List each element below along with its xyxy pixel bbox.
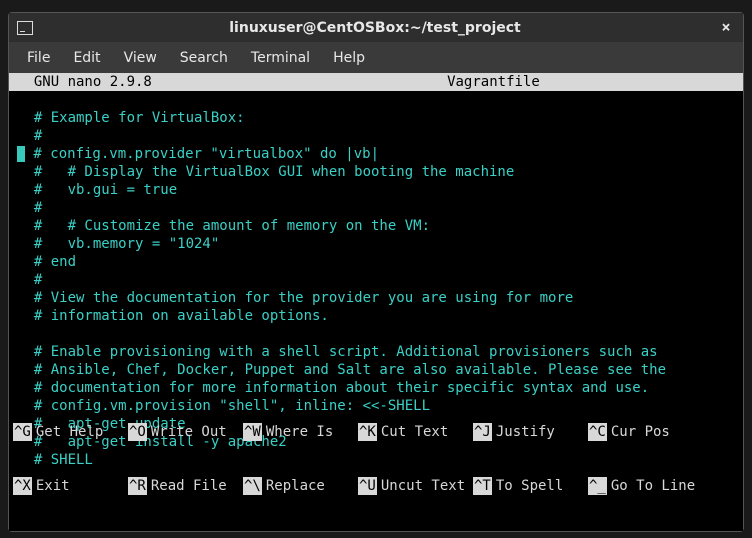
- shortcut-key: ^X: [13, 477, 32, 495]
- nano-filename: Vagrantfile: [152, 73, 735, 91]
- editor-line: # Ansible, Chef, Docker, Puppet and Salt…: [17, 361, 735, 379]
- shortcut-key: ^G: [13, 423, 32, 441]
- terminal-window: linuxuser@CentOSBox:~/test_project × Fil…: [8, 12, 744, 532]
- shortcut-desc: To Spell: [492, 477, 565, 495]
- editor-line: # Enable provisioning with a shell scrip…: [17, 343, 735, 361]
- shortcut-key: ^R: [128, 477, 147, 495]
- shortcut-desc: Replace: [262, 477, 327, 495]
- shortcut-key: ^\: [243, 477, 262, 495]
- editor-line: # Example for VirtualBox:: [17, 109, 735, 127]
- editor-line: # # Display the VirtualBox GUI when boot…: [17, 163, 735, 181]
- editor-line: # vb.memory = "1024": [17, 235, 735, 253]
- editor-line: # View the documentation for the provide…: [17, 289, 735, 307]
- shortcut: ^GGet Help: [13, 423, 128, 441]
- shortcut: ^OWrite Out: [128, 423, 243, 441]
- window-title: linuxuser@CentOSBox:~/test_project: [33, 20, 717, 36]
- shortcut-desc: Get Help: [32, 423, 105, 441]
- shortcut: ^JJustify: [473, 423, 588, 441]
- shortcut-key: ^C: [588, 423, 607, 441]
- editor-line: # vb.gui = true: [17, 181, 735, 199]
- nano-version: GNU nano 2.9.8: [17, 73, 152, 91]
- shortcut-key: ^U: [358, 477, 377, 495]
- editor-line: # # Customize the amount of memory on th…: [17, 217, 735, 235]
- shortcut: ^WWhere Is: [243, 423, 358, 441]
- menu-edit[interactable]: Edit: [63, 46, 110, 70]
- shortcut-desc: Read File: [147, 477, 229, 495]
- shortcut-desc: Justify: [492, 423, 557, 441]
- terminal-area[interactable]: GNU nano 2.9.8 Vagrantfile # Example for…: [9, 73, 743, 531]
- close-icon[interactable]: ×: [717, 19, 735, 37]
- shortcut-desc: Uncut Text: [377, 477, 467, 495]
- menu-view[interactable]: View: [114, 46, 167, 70]
- editor-line: #: [17, 199, 735, 217]
- editor-line: # end: [17, 253, 735, 271]
- menu-help[interactable]: Help: [323, 46, 375, 70]
- editor-line: #: [17, 127, 735, 145]
- shortcut-key: ^J: [473, 423, 492, 441]
- editor-line: # information on available options.: [17, 307, 735, 325]
- editor-line: # config.vm.provider "virtualbox" do |vb…: [17, 145, 735, 163]
- shortcut: ^TTo Spell: [473, 477, 588, 495]
- nano-header: GNU nano 2.9.8 Vagrantfile: [9, 73, 743, 91]
- shortcut-key: ^W: [243, 423, 262, 441]
- shortcut-key: ^_: [588, 477, 607, 495]
- nano-shortcuts: ^GGet Help^OWrite Out^WWhere Is^KCut Tex…: [9, 387, 743, 531]
- cursor: [17, 146, 25, 162]
- shortcut-desc: Exit: [32, 477, 72, 495]
- shortcut: ^RRead File: [128, 477, 243, 495]
- shortcut-desc: Cut Text: [377, 423, 450, 441]
- menubar: File Edit View Search Terminal Help: [9, 43, 743, 73]
- shortcut-desc: Write Out: [147, 423, 229, 441]
- shortcut-desc: Where Is: [262, 423, 335, 441]
- titlebar: linuxuser@CentOSBox:~/test_project ×: [9, 13, 743, 43]
- shortcut: ^CCur Pos: [588, 423, 703, 441]
- shortcut-desc: Go To Line: [607, 477, 697, 495]
- editor-line: [17, 325, 735, 343]
- menu-terminal[interactable]: Terminal: [241, 46, 320, 70]
- shortcut: ^_Go To Line: [588, 477, 703, 495]
- menu-search[interactable]: Search: [170, 46, 238, 70]
- terminal-icon: [17, 21, 33, 35]
- shortcut: ^XExit: [13, 477, 128, 495]
- shortcut: ^UUncut Text: [358, 477, 473, 495]
- editor-line: #: [17, 271, 735, 289]
- shortcut: ^KCut Text: [358, 423, 473, 441]
- shortcut: ^\Replace: [243, 477, 358, 495]
- shortcuts-row-1: ^GGet Help^OWrite Out^WWhere Is^KCut Tex…: [13, 423, 739, 441]
- shortcut-desc: Cur Pos: [607, 423, 672, 441]
- editor-line: [17, 91, 735, 109]
- shortcuts-row-2: ^XExit^RRead File^\Replace^UUncut Text^T…: [13, 477, 739, 495]
- shortcut-key: ^K: [358, 423, 377, 441]
- menu-file[interactable]: File: [17, 46, 60, 70]
- shortcut-key: ^O: [128, 423, 147, 441]
- shortcut-key: ^T: [473, 477, 492, 495]
